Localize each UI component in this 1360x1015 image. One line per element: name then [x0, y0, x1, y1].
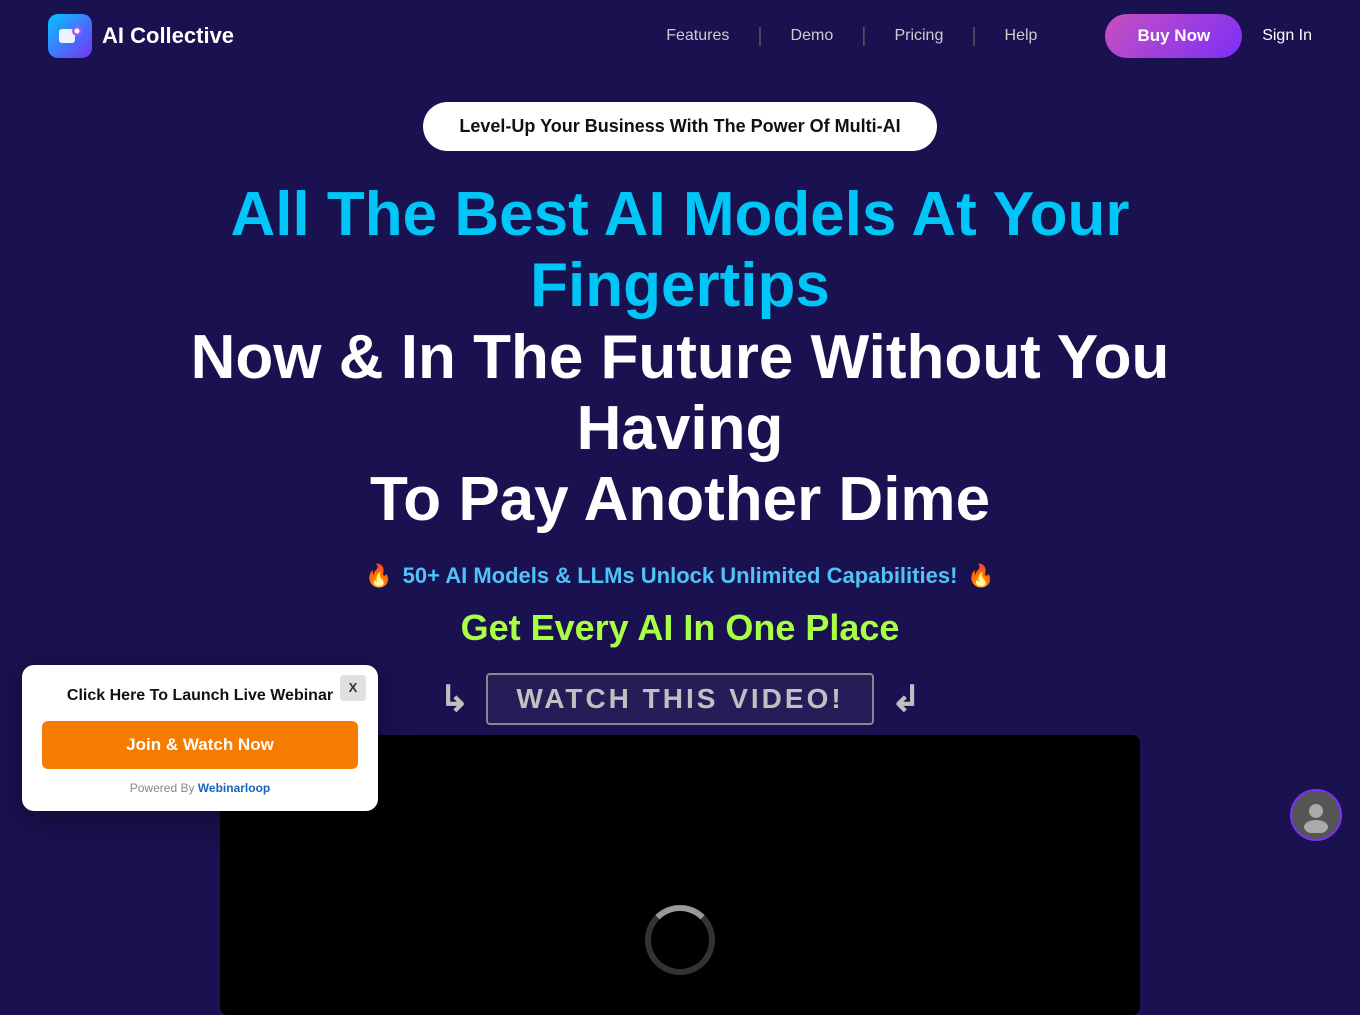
webinar-popup: X Click Here To Launch Live Webinar Join… [22, 665, 378, 811]
powered-by-text: Powered By [130, 781, 195, 795]
navbar: AI Collective Features | Demo | Pricing … [0, 0, 1360, 72]
nav-link-pricing[interactable]: Pricing [866, 27, 971, 45]
popup-close-button[interactable]: X [340, 675, 366, 701]
logo-icon [48, 14, 92, 58]
nav-links: Features | Demo | Pricing | Help [638, 25, 1065, 48]
watch-arrow-right: ↳ [888, 678, 921, 720]
logo-area[interactable]: AI Collective [48, 14, 234, 58]
hero-title-line1: All The Best AI Models At Your Fingertip… [230, 180, 1129, 320]
popup-footer: Powered By Webinarloop [42, 781, 358, 795]
fire-emoji-right: 🔥 [967, 563, 994, 589]
hero-title-line3: To Pay Another Dime [370, 465, 990, 534]
hero-fire-text: 50+ AI Models & LLMs Unlock Unlimited Ca… [403, 563, 958, 589]
watch-arrow-left: ↳ [439, 678, 472, 720]
hero-title: All The Best AI Models At Your Fingertip… [80, 179, 1280, 535]
logo-text: AI Collective [102, 23, 234, 49]
avatar-button[interactable] [1290, 789, 1342, 841]
hero-badge: Level-Up Your Business With The Power Of… [423, 102, 936, 151]
popup-title: Click Here To Launch Live Webinar [42, 685, 358, 707]
nav-link-demo[interactable]: Demo [763, 27, 862, 45]
nav-link-features[interactable]: Features [638, 27, 757, 45]
nav-link-help[interactable]: Help [977, 27, 1066, 45]
fire-emoji-left: 🔥 [365, 563, 392, 589]
hero-fire-line: 🔥 50+ AI Models & LLMs Unlock Unlimited … [80, 563, 1280, 589]
hero-title-line2: Now & In The Future Without You Having [191, 323, 1170, 463]
hero-section: Level-Up Your Business With The Power Of… [0, 72, 1360, 1015]
webinarloop-link[interactable]: Webinarloop [198, 781, 270, 795]
sign-in-button[interactable]: Sign In [1262, 27, 1312, 45]
watch-video-label: WATCH THIS VIDEO! [486, 673, 873, 725]
video-spinner [645, 905, 715, 975]
watch-video-text: ↳ WATCH THIS VIDEO! ↳ [425, 673, 935, 725]
buy-now-button[interactable]: Buy Now [1105, 14, 1242, 58]
join-watch-button[interactable]: Join & Watch Now [42, 721, 358, 769]
watch-video-banner: ↳ WATCH THIS VIDEO! ↳ [425, 673, 935, 725]
hero-green-line: Get Every AI In One Place [80, 607, 1280, 649]
